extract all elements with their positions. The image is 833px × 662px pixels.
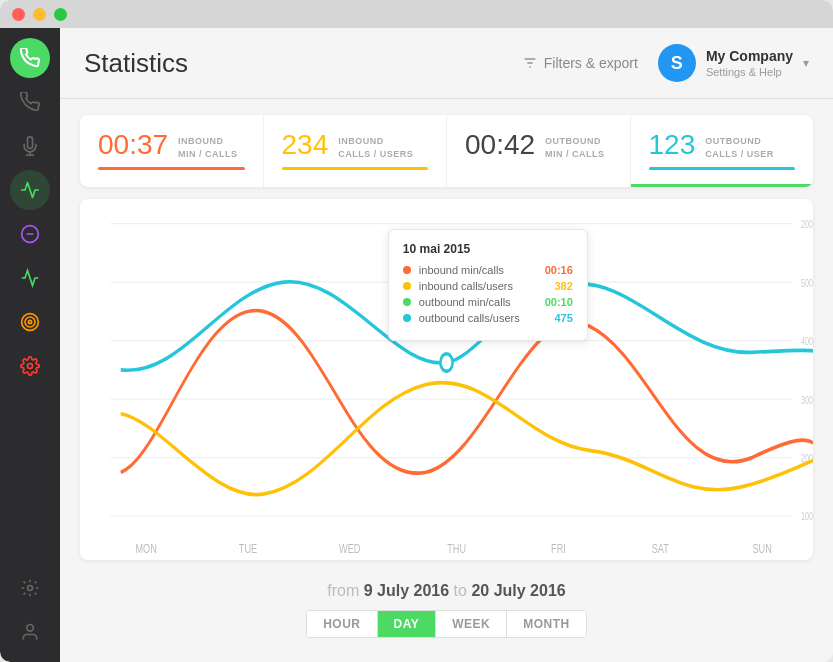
date-range-end: 20 July 2016: [471, 582, 565, 599]
svg-text:WED: WED: [339, 541, 360, 555]
stat-underline-orange: [98, 167, 245, 170]
tooltip-val-3: 00:10: [545, 296, 573, 308]
sidebar-bottom: [10, 568, 50, 652]
tab-week[interactable]: WEEK: [436, 611, 507, 637]
avatar: S: [658, 44, 696, 82]
sidebar-icon-integration[interactable]: [10, 568, 50, 608]
chevron-down-icon: ▾: [803, 56, 809, 70]
stat-card-outbound-min[interactable]: 00:42 OUTBOUNDMIN / CALLS: [447, 115, 631, 187]
page-title: Statistics: [84, 48, 522, 79]
svg-text:TUE: TUE: [239, 541, 258, 555]
svg-text:200: 200: [801, 219, 813, 231]
stat-label-inbound-calls: INBOUNDCALLS / USERS: [338, 129, 413, 160]
svg-text:THU: THU: [447, 541, 466, 555]
tab-month[interactable]: MONTH: [507, 611, 586, 637]
tooltip-label-4: outbound calls/users: [419, 312, 547, 324]
svg-text:SAT: SAT: [652, 541, 669, 555]
date-range: from 9 July 2016 to 20 July 2016: [327, 582, 565, 600]
sidebar-icon-settings[interactable]: [10, 346, 50, 386]
svg-text:400: 400: [801, 336, 813, 348]
tooltip-label-1: inbound min/calls: [419, 264, 537, 276]
company-badge[interactable]: S My Company Settings & Help ▾: [658, 44, 809, 82]
tooltip-date: 10 mai 2015: [403, 242, 573, 256]
tooltip-dot-yellow: [403, 282, 411, 290]
stat-label-inbound-min: INBOUNDMIN / CALLS: [178, 129, 238, 160]
minimize-button[interactable]: [33, 8, 46, 21]
header: Statistics Filters & export S My Company…: [60, 28, 833, 99]
svg-point-5: [25, 317, 35, 327]
tooltip-val-1: 00:16: [545, 264, 573, 276]
sidebar-icon-mic[interactable]: [10, 126, 50, 166]
filters-label: Filters & export: [544, 55, 638, 71]
svg-text:300: 300: [801, 394, 813, 406]
stat-value-outbound-calls: 123: [649, 129, 696, 161]
sidebar: [0, 28, 60, 662]
svg-point-7: [28, 364, 33, 369]
svg-point-4: [22, 314, 39, 331]
sidebar-icon-chart[interactable]: [10, 170, 50, 210]
stat-value-outbound-min: 00:42: [465, 129, 535, 161]
titlebar: [0, 0, 833, 28]
svg-text:500: 500: [801, 277, 813, 289]
stat-value-inbound-min: 00:37: [98, 129, 168, 161]
stat-card-inbound-calls[interactable]: 234 INBOUNDCALLS / USERS: [264, 115, 448, 187]
main-content: Statistics Filters & export S My Company…: [60, 28, 833, 662]
tooltip-row-4: outbound calls/users 475: [403, 312, 573, 324]
bottom-section: from 9 July 2016 to 20 July 2016 HOUR DA…: [80, 572, 813, 652]
sidebar-icon-activity[interactable]: [10, 258, 50, 298]
tooltip-dot-green: [403, 298, 411, 306]
stat-card-inbound-min[interactable]: 00:37 INBOUNDMIN / CALLS: [80, 115, 264, 187]
svg-point-8: [28, 586, 33, 591]
svg-point-9: [27, 625, 34, 632]
tooltip-dot-cyan-tt: [403, 314, 411, 322]
svg-point-6: [28, 320, 31, 323]
date-range-prefix: from: [327, 582, 363, 599]
app-window: Statistics Filters & export S My Company…: [0, 0, 833, 662]
tooltip-label-2: inbound calls/users: [419, 280, 547, 292]
app-body: Statistics Filters & export S My Company…: [0, 28, 833, 662]
tab-day[interactable]: DAY: [378, 611, 437, 637]
sidebar-icon-phone[interactable]: [10, 38, 50, 78]
svg-text:100: 100: [801, 511, 813, 523]
stat-value-inbound-calls: 234: [282, 129, 329, 161]
svg-text:SUN: SUN: [752, 541, 771, 555]
tooltip-row-3: outbound min/calls 00:10: [403, 296, 573, 308]
svg-text:MON: MON: [135, 541, 156, 555]
stat-label-outbound-calls: OUTBOUNDCALLS / USER: [705, 129, 774, 160]
company-sub: Settings & Help: [706, 65, 793, 79]
chart-tooltip: 10 mai 2015 inbound min/calls 00:16 inbo…: [388, 229, 588, 341]
period-tabs: HOUR DAY WEEK MONTH: [306, 610, 587, 638]
tooltip-row-2: inbound calls/users 382: [403, 280, 573, 292]
sidebar-icon-phone2[interactable]: [10, 82, 50, 122]
sidebar-icon-user[interactable]: [10, 612, 50, 652]
stats-area: 00:37 INBOUNDMIN / CALLS 234 INBOUNDCALL…: [60, 99, 833, 662]
avatar-letter: S: [671, 53, 683, 74]
tooltip-row-1: inbound min/calls 00:16: [403, 264, 573, 276]
company-name: My Company: [706, 47, 793, 65]
company-info: My Company Settings & Help: [706, 47, 793, 79]
stat-underline-cyan: [649, 167, 796, 170]
tooltip-dot-orange: [403, 266, 411, 274]
tooltip-val-4: 475: [555, 312, 573, 324]
tooltip-label-3: outbound min/calls: [419, 296, 537, 308]
filters-icon: [522, 55, 538, 71]
date-range-middle: to: [454, 582, 472, 599]
stat-label-outbound-min: OUTBOUNDMIN / CALLS: [545, 129, 605, 160]
stat-underline-yellow: [282, 167, 429, 170]
date-range-start: 9 July 2016: [364, 582, 449, 599]
stat-cards: 00:37 INBOUNDMIN / CALLS 234 INBOUNDCALL…: [80, 115, 813, 187]
svg-text:FRI: FRI: [551, 541, 566, 555]
tab-hour[interactable]: HOUR: [307, 611, 377, 637]
chart-container: 200 500 400 300 200 100: [80, 199, 813, 560]
filters-export-button[interactable]: Filters & export: [522, 55, 638, 71]
maximize-button[interactable]: [54, 8, 67, 21]
sidebar-icon-target[interactable]: [10, 302, 50, 342]
close-button[interactable]: [12, 8, 25, 21]
tooltip-dot-cyan: [440, 354, 452, 372]
stat-card-outbound-calls[interactable]: 123 OUTBOUNDCALLS / USER: [631, 115, 814, 187]
sidebar-icon-puzzle[interactable]: [10, 214, 50, 254]
tooltip-val-2: 382: [555, 280, 573, 292]
